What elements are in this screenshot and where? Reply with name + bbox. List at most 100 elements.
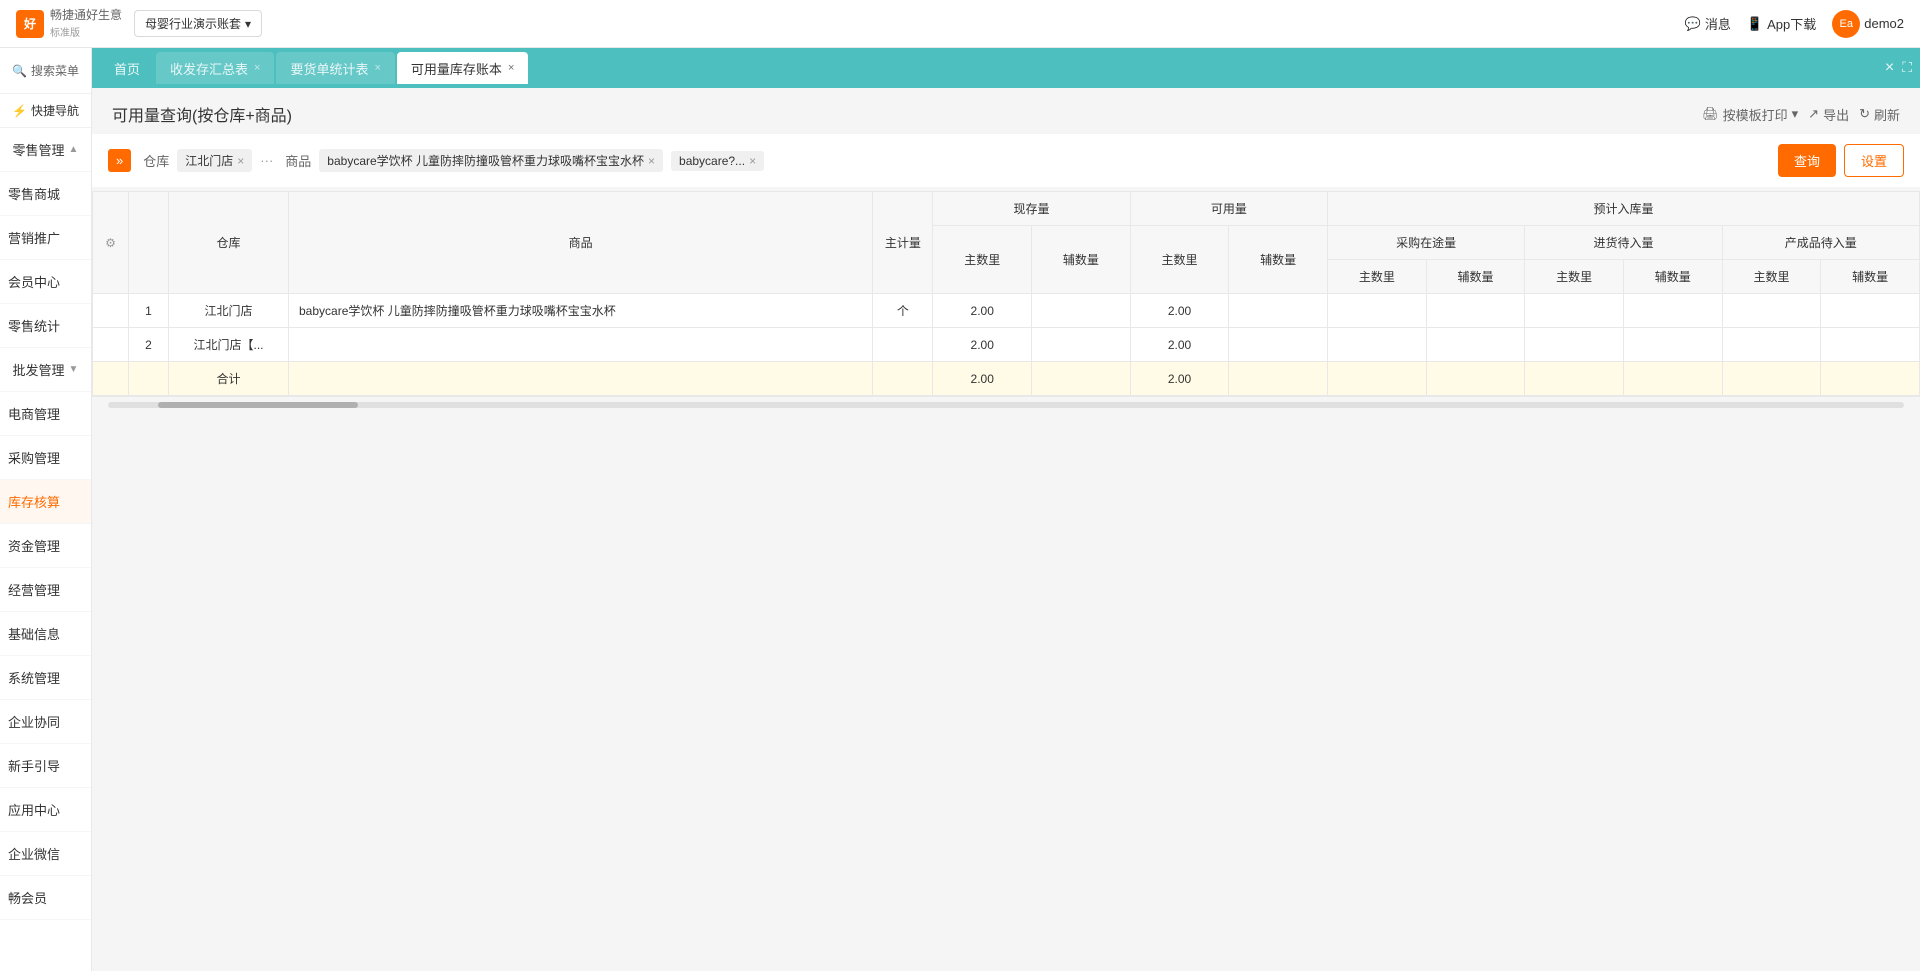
sidebar-item-ecommerce[interactable]: 电商管理 (0, 392, 91, 436)
sidebar-item-zero-stats[interactable]: 零售统计 (0, 304, 91, 348)
print-arrow-icon: ▾ (1792, 106, 1799, 122)
sidebar-item-newbie[interactable]: 新手引导 (0, 744, 91, 788)
row-warehouse-cell: 江北门店 (169, 294, 289, 328)
sidebar-item-enterprise[interactable]: 企业协同 (0, 700, 91, 744)
logo-text: 畅捷通好生意 (50, 8, 122, 24)
col-index-header (129, 192, 169, 294)
tab-receivable[interactable]: 收发存汇总表 × (156, 52, 274, 84)
tab-available-inventory[interactable]: 可用量库存账本 × (397, 52, 528, 84)
col-production-header: 产成品待入量 (1722, 226, 1919, 260)
warehouse-filter-more[interactable]: ··· (260, 153, 273, 168)
sidebar-item-newbie-label: 新手引导 (8, 756, 60, 775)
sidebar-item-purchase[interactable]: 采购管理 (0, 436, 91, 480)
sidebar-item-wechat[interactable]: 企业微信 (0, 832, 91, 876)
col-production-aux-header: 辅数量 (1821, 260, 1920, 294)
row-incoming-aux-cell (1623, 294, 1722, 328)
row-incoming-main-cell (1525, 294, 1624, 328)
message-button[interactable]: 💬 消息 (1685, 14, 1731, 33)
sidebar-item-appcenter[interactable]: 应用中心 (0, 788, 91, 832)
sidebar-item-wholesale[interactable]: 批发管理 ▼ (0, 348, 91, 392)
export-button[interactable]: ↗ 导出 (1808, 105, 1849, 124)
sidebar-item-operation[interactable]: 经营管理 (0, 568, 91, 612)
industry-selector[interactable]: 母婴行业演示账套 ▾ (134, 10, 262, 37)
sidebar-item-finance[interactable]: 资金管理 (0, 524, 91, 568)
tab-receivable-close[interactable]: × (254, 62, 260, 74)
sidebar-item-marketing[interactable]: 营销推广 (0, 216, 91, 260)
sidebar-item-member[interactable]: 会员中心 (0, 260, 91, 304)
product-filter-tag2-close[interactable]: × (749, 154, 756, 168)
sidebar-item-zero-stats-label: 零售统计 (8, 316, 60, 335)
sidebar-item-vip[interactable]: 畅会员 (0, 876, 91, 920)
message-label: 消息 (1705, 14, 1731, 33)
sidebar-item-vip-label: 畅会员 (8, 888, 47, 907)
product-filter-group: 商品 babycare学饮杯 儿童防摔防撞吸管杯重力球吸嘴杯宝宝水杯 × bab… (285, 149, 764, 172)
tab-order-stats-close[interactable]: × (374, 62, 380, 74)
chevron-down-icon: ▾ (245, 17, 251, 31)
sidebar-item-enterprise-label: 企业协同 (8, 712, 60, 731)
logo-icon: 好 (16, 10, 44, 38)
col-current-aux-header: 辅数量 (1032, 226, 1131, 294)
sidebar-item-basic[interactable]: 基础信息 (0, 612, 91, 656)
sidebar-item-zero-mall[interactable]: 零售商城 (0, 172, 91, 216)
row-current-aux-cell (1032, 328, 1131, 362)
filter-area: » 仓库 江北门店 × ··· 商品 babycare学饮杯 儿童防摔防撞吸管杯… (92, 134, 1920, 187)
col-product-header: 商品 (289, 192, 873, 294)
tab-available-inventory-close[interactable]: × (508, 62, 514, 74)
expand-arrow-icon: ▲ (69, 144, 79, 155)
row-warehouse-cell: 江北门店【... (169, 328, 289, 362)
home-tab[interactable]: 首页 (100, 52, 154, 84)
quick-nav-button[interactable]: ⚡ 快捷导航 (0, 94, 91, 128)
sidebar-item-system[interactable]: 系统管理 (0, 656, 91, 700)
filter-action-buttons: 查询 设置 (1778, 144, 1904, 177)
warehouse-filter-group: 仓库 江北门店 × ··· (143, 149, 273, 172)
quick-nav-label: 快捷导航 (31, 102, 79, 119)
user-menu[interactable]: Ea demo2 (1832, 10, 1904, 38)
download-label: App下载 (1767, 14, 1816, 33)
sidebar-item-member-label: 会员中心 (8, 272, 60, 291)
username: demo2 (1864, 16, 1904, 31)
industry-label: 母婴行业演示账套 (145, 15, 241, 32)
row-product-cell: babycare学饮杯 儿童防摔防撞吸管杯重力球吸嘴杯宝宝水杯 (289, 294, 873, 328)
row-purchase-aux-cell (1426, 294, 1525, 328)
sidebar-item-finance-label: 资金管理 (8, 536, 60, 555)
search-menu-button[interactable]: 🔍 搜索菜单 (8, 56, 83, 85)
sidebar-item-zero-mall-label: 零售商城 (8, 184, 60, 203)
close-all-button[interactable]: × (1885, 59, 1894, 77)
tab-order-stats-label: 要货单统计表 (290, 59, 368, 78)
warehouse-filter-close[interactable]: × (237, 154, 244, 168)
row-available-main-cell: 2.00 (1130, 328, 1229, 362)
total-production-aux-cell (1821, 362, 1920, 396)
top-bar: 好 畅捷通好生意 标准版 母婴行业演示账套 ▾ 💬 消息 📱 App下载 Ea … (0, 0, 1920, 48)
table-settings-icon[interactable]: ⚙ (105, 236, 116, 250)
total-index-cell (129, 362, 169, 396)
sidebar-item-basic-label: 基础信息 (8, 624, 60, 643)
download-button[interactable]: 📱 App下载 (1747, 14, 1816, 33)
sidebar-item-zero-sales[interactable]: 零售管理 ▲ (0, 128, 91, 172)
col-incoming-header: 进货待入量 (1525, 226, 1722, 260)
logo-area: 好 畅捷通好生意 标准版 (16, 8, 122, 39)
col-incoming-main-header: 主数里 (1525, 260, 1624, 294)
col-purchase-aux-header: 辅数量 (1426, 260, 1525, 294)
tab-order-stats[interactable]: 要货单统计表 × (276, 52, 394, 84)
row-available-aux-cell (1229, 294, 1328, 328)
product-filter-tag1-close[interactable]: × (648, 154, 655, 168)
fullscreen-button[interactable]: ⛶ (1902, 59, 1912, 77)
refresh-button[interactable]: ↻ 刷新 (1859, 105, 1900, 124)
total-incoming-aux-cell (1623, 362, 1722, 396)
warehouse-filter-label: 仓库 (143, 151, 169, 170)
col-current-main-header: 主数里 (933, 226, 1032, 294)
export-icon: ↗ (1808, 106, 1819, 122)
scrollbar-thumb[interactable] (158, 402, 358, 408)
scrollbar-area (92, 396, 1920, 412)
row-current-aux-cell (1032, 294, 1131, 328)
settings-button[interactable]: 设置 (1844, 144, 1904, 177)
print-button[interactable]: 🖨 按模板打印 ▾ (1702, 105, 1798, 124)
query-button[interactable]: 查询 (1778, 144, 1836, 177)
scrollbar-track[interactable] (108, 402, 1904, 408)
filter-toggle-button[interactable]: » (108, 149, 131, 172)
main-layout: 🔍 搜索菜单 ⚡ 快捷导航 零售管理 ▲ 零售商城 营销推广 会员中心 零售统计… (0, 48, 1920, 971)
sidebar-item-inventory[interactable]: 库存核算 (0, 480, 91, 524)
sidebar-item-wholesale-label: 批发管理 (13, 360, 65, 379)
inventory-table: ⚙ 仓库 商品 主计量 现存量 可用量 预计入库量 主数里 辅数 (92, 191, 1920, 396)
logo-text-area: 畅捷通好生意 标准版 (50, 8, 122, 39)
